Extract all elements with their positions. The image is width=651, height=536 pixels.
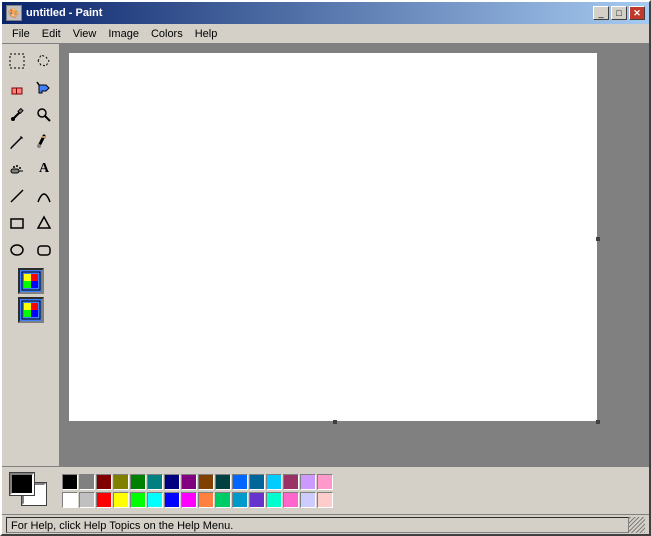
- palette-row-1: [62, 474, 333, 490]
- color-swatch[interactable]: [62, 492, 78, 508]
- app-icon: 🎨: [6, 5, 22, 21]
- window: 🎨 untitled - Paint _ □ ✕ File Edit View …: [0, 0, 651, 536]
- tool-row-6: [4, 183, 57, 209]
- palette-row-2: [62, 492, 333, 508]
- tool-row-8: [4, 237, 57, 263]
- color-palette: [62, 474, 333, 508]
- canvas-container: [60, 44, 649, 466]
- select-free-tool[interactable]: [31, 48, 57, 74]
- color-swatch[interactable]: [130, 474, 146, 490]
- status-bar: For Help, click Help Topics on the Help …: [2, 514, 649, 534]
- color-swatch[interactable]: [300, 492, 316, 508]
- text-tool[interactable]: A: [31, 156, 57, 182]
- tool-extra-1[interactable]: [18, 268, 44, 294]
- drawing-canvas[interactable]: [68, 52, 598, 422]
- color-swatch[interactable]: [96, 474, 112, 490]
- resize-handle-e[interactable]: [596, 237, 600, 241]
- color-swatch[interactable]: [232, 474, 248, 490]
- color-swatch[interactable]: [266, 492, 282, 508]
- color-swatch[interactable]: [317, 492, 333, 508]
- tool-row-4: [4, 129, 57, 155]
- resize-handle-s[interactable]: [333, 420, 337, 424]
- tool-row-7: [4, 210, 57, 236]
- color-swatch[interactable]: [164, 492, 180, 508]
- color-swatch[interactable]: [283, 474, 299, 490]
- main-area: A: [2, 44, 649, 466]
- tool-extra-2[interactable]: [18, 297, 44, 323]
- tool-row-1: [4, 48, 57, 74]
- color-swatch[interactable]: [62, 474, 78, 490]
- color-swatch[interactable]: [249, 492, 265, 508]
- foreground-color[interactable]: [10, 473, 34, 495]
- menu-colors[interactable]: Colors: [145, 26, 189, 42]
- color-swatch[interactable]: [181, 492, 197, 508]
- tool-row-3: [4, 102, 57, 128]
- pencil-tool[interactable]: [4, 129, 30, 155]
- color-swatch[interactable]: [317, 474, 333, 490]
- title-bar: 🎨 untitled - Paint _ □ ✕: [2, 2, 649, 24]
- title-buttons: _ □ ✕: [593, 6, 645, 20]
- color-swatch[interactable]: [113, 492, 129, 508]
- title-left: 🎨 untitled - Paint: [6, 5, 102, 21]
- color-swatch[interactable]: [130, 492, 146, 508]
- close-button[interactable]: ✕: [629, 6, 645, 20]
- line-tool[interactable]: [4, 183, 30, 209]
- polygon-tool[interactable]: [31, 210, 57, 236]
- status-text: For Help, click Help Topics on the Help …: [6, 517, 629, 533]
- color-swatch[interactable]: [283, 492, 299, 508]
- window-title: untitled - Paint: [26, 7, 102, 19]
- toolbar: A: [2, 44, 60, 466]
- rect-tool[interactable]: [4, 210, 30, 236]
- resize-grip[interactable]: [629, 517, 645, 533]
- active-colors: [10, 473, 50, 509]
- airbrush-tool[interactable]: [4, 156, 30, 182]
- tool-row-10: [4, 297, 57, 323]
- color-swatch[interactable]: [164, 474, 180, 490]
- resize-handle-se[interactable]: [596, 420, 600, 424]
- color-swatch[interactable]: [147, 474, 163, 490]
- color-swatch[interactable]: [266, 474, 282, 490]
- color-swatch[interactable]: [215, 492, 231, 508]
- color-swatch[interactable]: [232, 492, 248, 508]
- color-swatch[interactable]: [147, 492, 163, 508]
- tool-row-5: A: [4, 156, 57, 182]
- curve-tool[interactable]: [31, 183, 57, 209]
- maximize-button[interactable]: □: [611, 6, 627, 20]
- menu-image[interactable]: Image: [102, 26, 145, 42]
- eraser-tool[interactable]: [4, 75, 30, 101]
- menu-bar: File Edit View Image Colors Help: [2, 24, 649, 44]
- color-swatch[interactable]: [300, 474, 316, 490]
- tool-row-9: [4, 268, 57, 294]
- color-swatch[interactable]: [249, 474, 265, 490]
- menu-view[interactable]: View: [67, 26, 103, 42]
- color-swatch[interactable]: [198, 492, 214, 508]
- rounded-rect-tool[interactable]: [31, 237, 57, 263]
- color-swatch[interactable]: [79, 492, 95, 508]
- palette-area: [2, 466, 649, 514]
- minimize-button[interactable]: _: [593, 6, 609, 20]
- color-swatch[interactable]: [113, 474, 129, 490]
- color-swatch[interactable]: [215, 474, 231, 490]
- menu-help[interactable]: Help: [189, 26, 224, 42]
- ellipse-tool[interactable]: [4, 237, 30, 263]
- eyedropper-tool[interactable]: [4, 102, 30, 128]
- color-swatch[interactable]: [181, 474, 197, 490]
- magnify-tool[interactable]: [31, 102, 57, 128]
- menu-file[interactable]: File: [6, 26, 36, 42]
- tool-row-2: [4, 75, 57, 101]
- color-swatch[interactable]: [79, 474, 95, 490]
- fill-tool[interactable]: [31, 75, 57, 101]
- menu-edit[interactable]: Edit: [36, 26, 67, 42]
- color-swatch[interactable]: [198, 474, 214, 490]
- color-swatch[interactable]: [96, 492, 112, 508]
- brush-tool[interactable]: [31, 129, 57, 155]
- select-rect-tool[interactable]: [4, 48, 30, 74]
